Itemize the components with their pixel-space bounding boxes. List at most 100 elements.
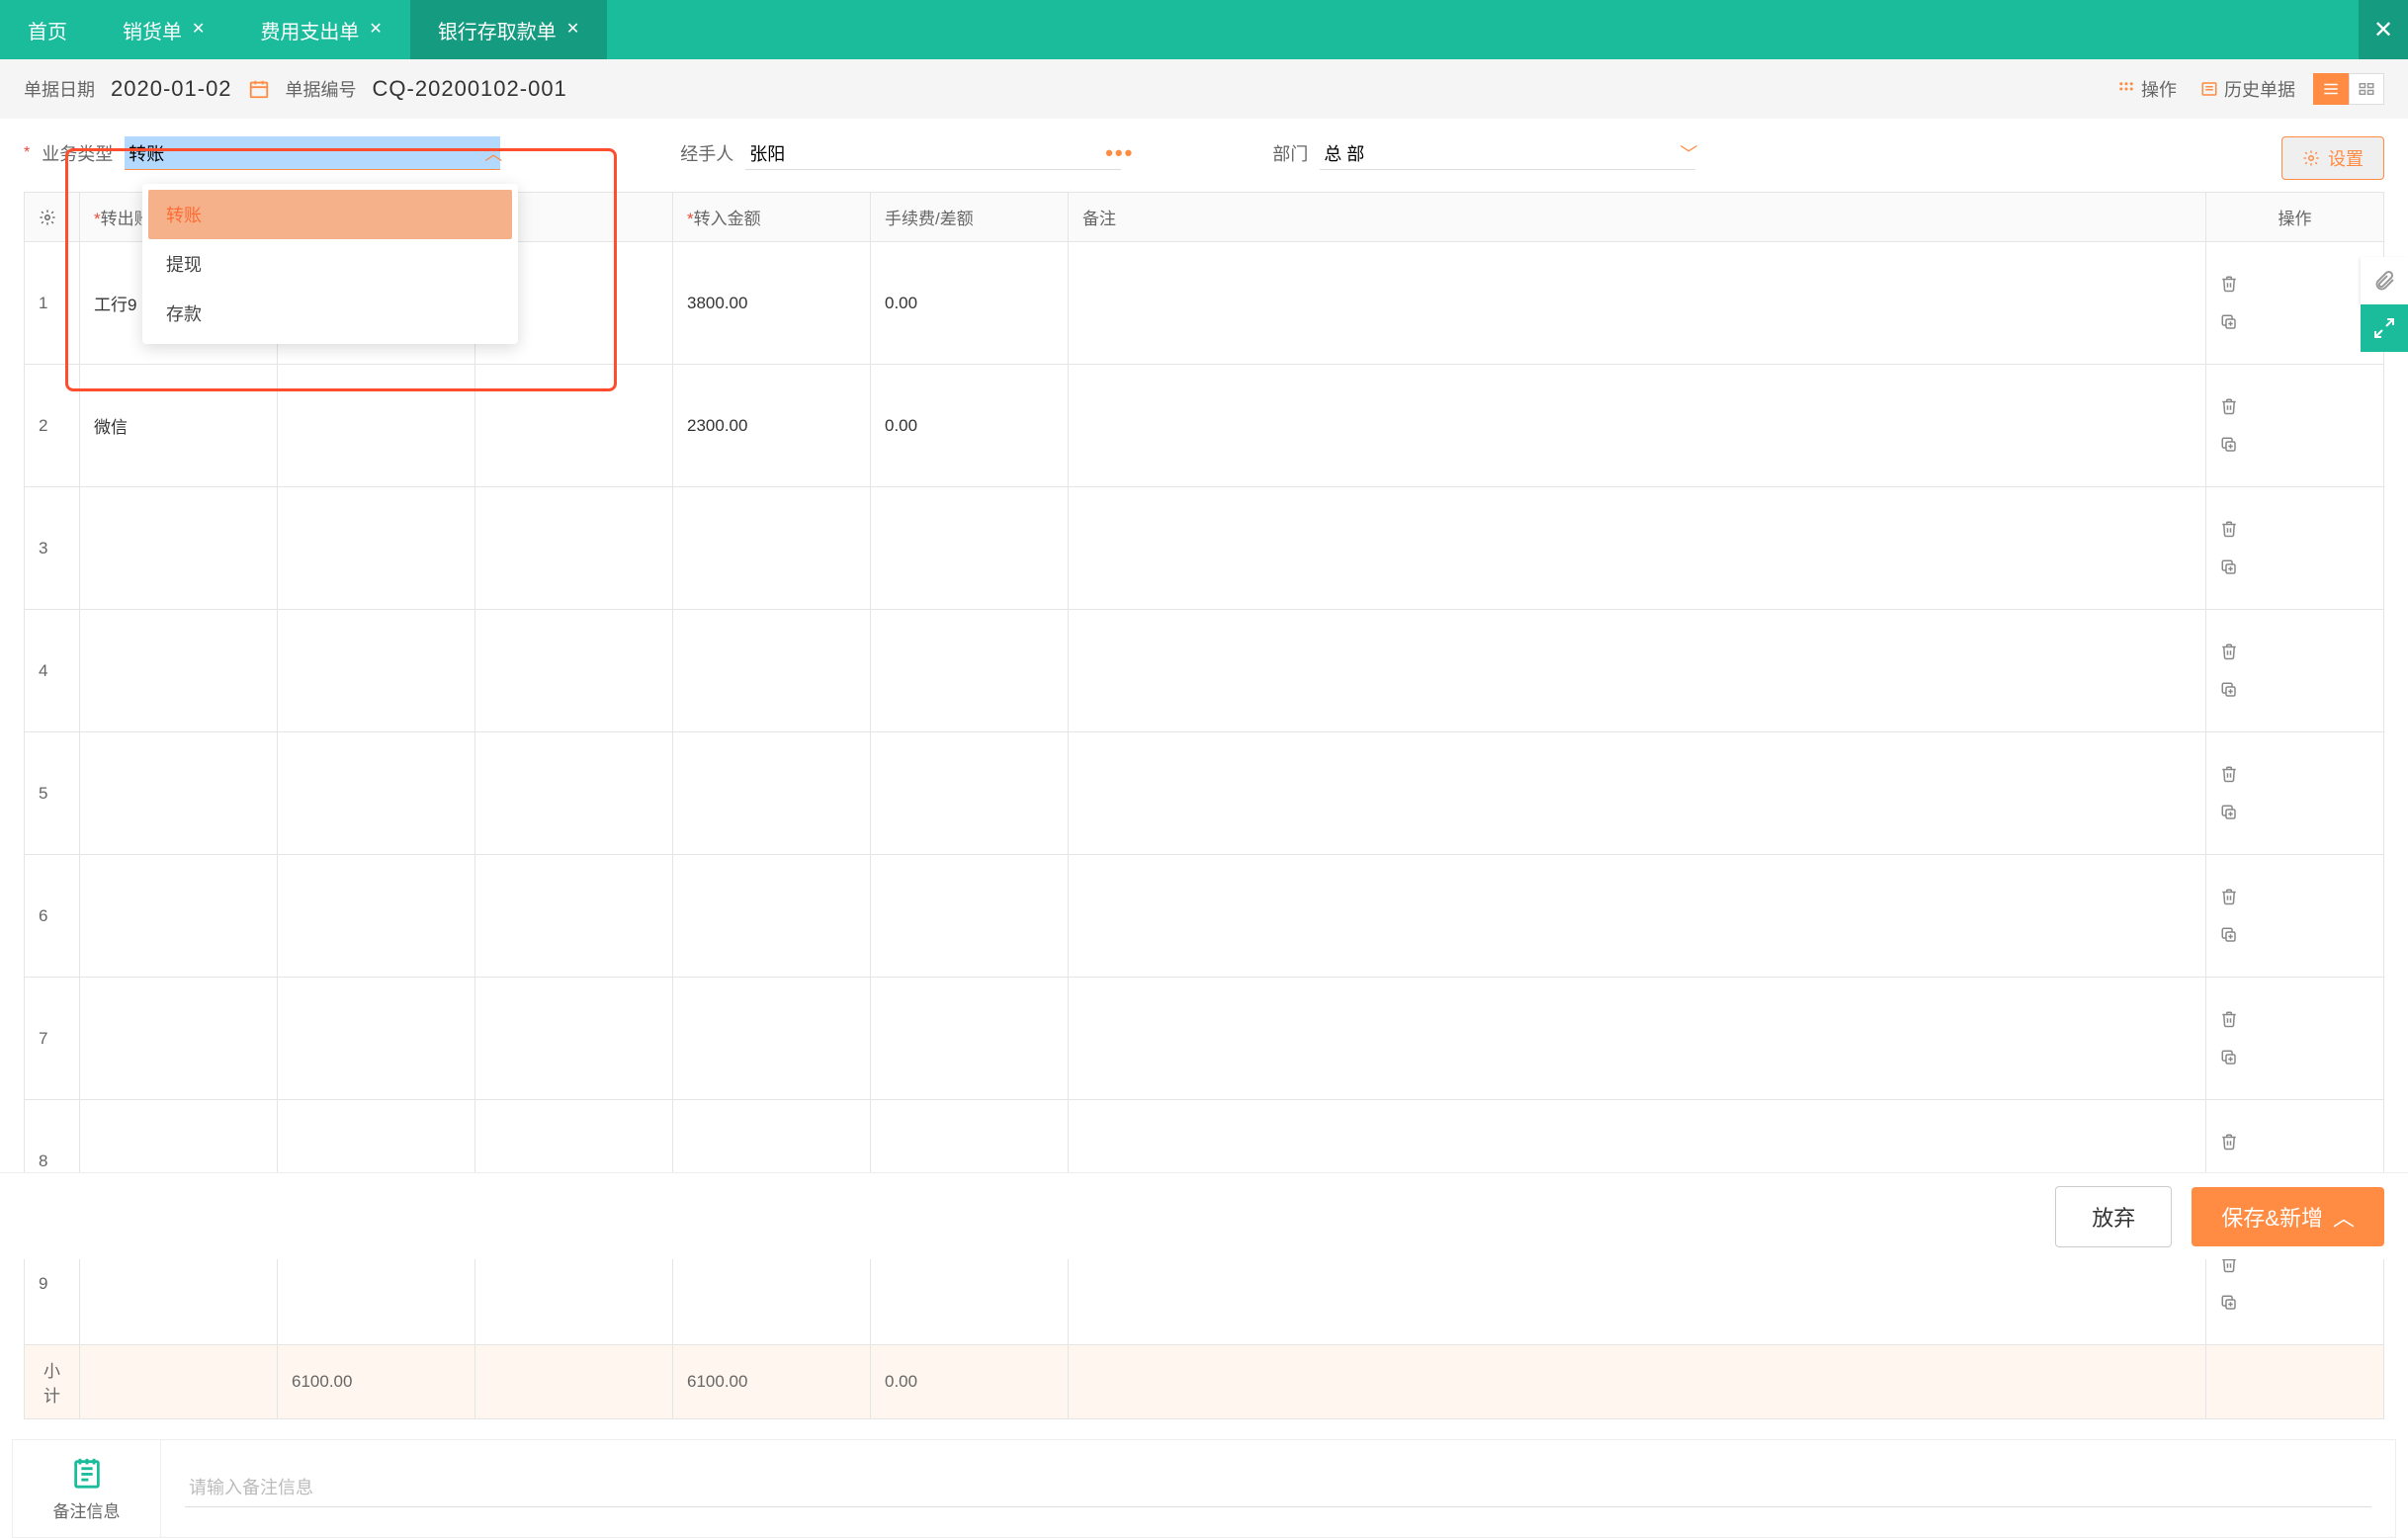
cell-remark[interactable] [1069, 855, 2206, 978]
save-and-new-button[interactable]: 保存&新增 ︿ [2192, 1187, 2384, 1246]
cell-in-account[interactable] [475, 732, 673, 855]
cell-fee[interactable] [871, 610, 1069, 732]
cell-remark[interactable] [1069, 242, 2206, 365]
cell-out-account[interactable] [80, 855, 278, 978]
cell-in-amount[interactable] [673, 732, 871, 855]
cell-remark[interactable] [1069, 487, 2206, 610]
copy-row-button[interactable] [2220, 1049, 2369, 1067]
dept-input[interactable] [1320, 136, 1695, 170]
dropdown-option-transfer[interactable]: 转账 [148, 190, 512, 239]
cell-in-account[interactable] [475, 487, 673, 610]
tab-bank-transfer[interactable]: 银行存取款单 ✕ [410, 0, 607, 59]
copy-row-button[interactable] [2220, 436, 2369, 454]
delete-row-button[interactable] [2220, 275, 2369, 293]
tab-expense[interactable]: 费用支出单 ✕ [232, 0, 409, 59]
cell-out-amount[interactable] [278, 855, 475, 978]
cell-in-amount[interactable] [673, 610, 871, 732]
cell-in-account[interactable] [475, 855, 673, 978]
cell-in-amount[interactable]: 3800.00 [673, 242, 871, 365]
expand-button[interactable] [2361, 304, 2408, 352]
cell-fee[interactable]: 0.00 [871, 365, 1069, 487]
cell-fee[interactable] [871, 732, 1069, 855]
copy-row-button[interactable] [2220, 313, 2369, 331]
row-number: 6 [25, 855, 80, 978]
delete-row-button[interactable] [2220, 520, 2369, 538]
table-row[interactable]: 7 [25, 978, 2384, 1100]
cell-out-account[interactable] [80, 610, 278, 732]
cell-out-amount[interactable] [278, 365, 475, 487]
row-number: 7 [25, 978, 80, 1100]
close-icon[interactable]: ✕ [369, 22, 382, 38]
cell-out-account[interactable] [80, 978, 278, 1100]
cell-fee[interactable] [871, 487, 1069, 610]
close-icon[interactable]: ✕ [566, 22, 579, 38]
date-value[interactable]: 2020-01-02 [111, 76, 232, 102]
dropdown-option-deposit[interactable]: 存款 [148, 289, 512, 338]
col-in-amount: *转入金额 [673, 193, 871, 242]
cell-in-amount[interactable]: 2300.00 [673, 365, 871, 487]
view-list-button[interactable] [2313, 73, 2349, 105]
cell-remark[interactable] [1069, 978, 2206, 1100]
cell-out-account[interactable] [80, 487, 278, 610]
cell-fee[interactable] [871, 978, 1069, 1100]
footer-bar: 放弃 保存&新增 ︿ [0, 1172, 2408, 1259]
chevron-up-icon[interactable]: ︿ [484, 140, 502, 166]
gear-column-header[interactable] [25, 193, 80, 242]
copy-row-button[interactable] [2220, 681, 2369, 699]
cell-in-account[interactable] [475, 365, 673, 487]
delete-row-button[interactable] [2220, 642, 2369, 660]
table-row[interactable]: 5 [25, 732, 2384, 855]
dept-label: 部门 [1272, 140, 1308, 166]
view-grid-button[interactable] [2349, 73, 2384, 105]
handler-input[interactable] [745, 136, 1121, 170]
cell-in-amount[interactable] [673, 487, 871, 610]
biz-type-input[interactable] [125, 136, 500, 170]
cell-actions [2206, 610, 2384, 732]
cell-remark[interactable] [1069, 732, 2206, 855]
table-row[interactable]: 2微信2300.000.00 [25, 365, 2384, 487]
more-icon[interactable]: ••• [1105, 140, 1134, 166]
delete-row-button[interactable] [2220, 397, 2369, 415]
cell-out-amount[interactable] [278, 978, 475, 1100]
cell-fee[interactable]: 0.00 [871, 242, 1069, 365]
delete-row-button[interactable] [2220, 765, 2369, 783]
remark-input[interactable] [185, 1470, 2371, 1507]
cell-remark[interactable] [1069, 365, 2206, 487]
table-row[interactable]: 6 [25, 855, 2384, 978]
save-label: 保存&新增 [2221, 1201, 2323, 1233]
cell-in-account[interactable] [475, 978, 673, 1100]
cell-in-amount[interactable] [673, 978, 871, 1100]
delete-row-button[interactable] [2220, 1133, 2369, 1151]
chevron-down-icon[interactable]: ﹀ [1679, 140, 1697, 166]
tab-sales[interactable]: 销货单 ✕ [95, 0, 232, 59]
cell-in-amount[interactable] [673, 855, 871, 978]
delete-row-button[interactable] [2220, 1010, 2369, 1028]
copy-row-button[interactable] [2220, 804, 2369, 821]
tab-home[interactable]: 首页 [0, 0, 95, 59]
dropdown-option-withdraw[interactable]: 提现 [148, 239, 512, 289]
attachment-button[interactable] [2361, 257, 2408, 304]
tab-label: 费用支出单 [260, 16, 359, 44]
calendar-icon[interactable] [248, 78, 270, 100]
table-row[interactable]: 3 [25, 487, 2384, 610]
table-row[interactable]: 4 [25, 610, 2384, 732]
cell-out-amount[interactable] [278, 487, 475, 610]
cell-out-account[interactable] [80, 732, 278, 855]
cell-in-account[interactable] [475, 610, 673, 732]
copy-row-button[interactable] [2220, 1294, 2369, 1312]
gear-icon [2302, 149, 2320, 167]
cell-out-account[interactable]: 微信 [80, 365, 278, 487]
cell-out-amount[interactable] [278, 610, 475, 732]
copy-row-button[interactable] [2220, 926, 2369, 944]
delete-row-button[interactable] [2220, 888, 2369, 905]
cell-fee[interactable] [871, 855, 1069, 978]
close-icon[interactable]: ✕ [192, 22, 205, 38]
cancel-button[interactable]: 放弃 [2055, 1186, 2172, 1247]
history-button[interactable]: 历史单据 [2194, 72, 2301, 106]
operations-button[interactable]: 操作 [2111, 72, 2183, 106]
settings-button[interactable]: 设置 [2281, 136, 2384, 180]
copy-row-button[interactable] [2220, 558, 2369, 576]
cell-out-amount[interactable] [278, 732, 475, 855]
window-close-button[interactable]: ✕ [2359, 0, 2408, 59]
cell-remark[interactable] [1069, 610, 2206, 732]
